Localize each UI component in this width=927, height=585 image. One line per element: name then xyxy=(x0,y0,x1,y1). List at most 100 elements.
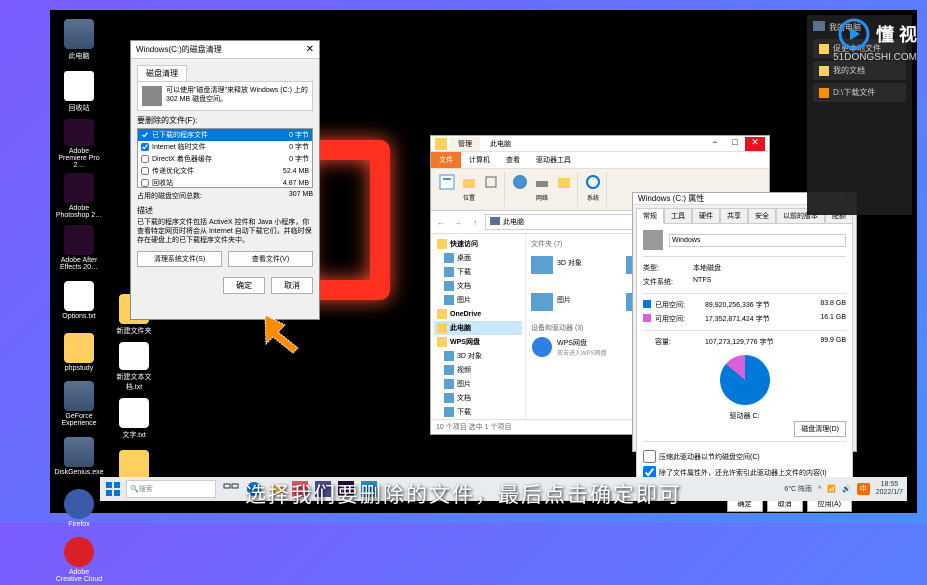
free-color-icon xyxy=(643,314,651,322)
rename-icon[interactable] xyxy=(481,172,501,192)
drive-name-input[interactable] xyxy=(669,234,846,247)
ribbon-tabs: 文件计算机查看驱动器工具 xyxy=(431,152,769,169)
ribbon-group-location: 位置 xyxy=(463,193,475,202)
dialog-titlebar[interactable]: Windows(C:)的磁盘清理 ✕ xyxy=(131,41,319,59)
desktop-icon[interactable]: Options.txt xyxy=(55,275,103,325)
desktop: 此电脑回收站Adobe Premiere Pro 2…Adobe Photosh… xyxy=(50,10,917,513)
desktop-icon[interactable]: GeForce Experience xyxy=(55,379,103,429)
folder-icon xyxy=(435,138,447,150)
disk-usage-pie-chart xyxy=(720,355,770,405)
properties-tab[interactable]: 工具 xyxy=(664,208,692,224)
settings-icon[interactable] xyxy=(583,172,603,192)
title-tab-manage[interactable]: 管理 xyxy=(450,137,480,151)
nav-item[interactable]: 此电脑 xyxy=(434,321,522,335)
desktop-icon[interactable]: Adobe Creative Cloud xyxy=(55,535,103,585)
nav-item[interactable]: 下载 xyxy=(434,405,522,419)
up-button[interactable]: ↑ xyxy=(468,215,482,229)
nav-item[interactable]: OneDrive xyxy=(434,307,522,321)
subtitle-caption: 选择我们要删除的文件，最后点击确定即可 xyxy=(0,479,927,509)
cancel-button[interactable]: 取消 xyxy=(271,277,313,294)
compress-checkbox[interactable]: 压缩此驱动器以节约磁盘空间(C) xyxy=(643,450,846,463)
nav-item[interactable]: 文档 xyxy=(434,279,522,293)
media-icon[interactable] xyxy=(510,172,530,192)
ribbon-tab[interactable]: 计算机 xyxy=(461,152,498,168)
nav-item[interactable]: 图片 xyxy=(434,293,522,307)
tutorial-arrow-cursor xyxy=(260,310,310,355)
nav-item[interactable]: 3D 对象 xyxy=(434,349,522,363)
add-location-icon[interactable] xyxy=(554,172,574,192)
desktop-icons-col2: 新建文件夹新建文本文档.txt文字.txt工作 xyxy=(110,290,158,496)
nav-item[interactable]: 视频 xyxy=(434,363,522,377)
desktop-icon[interactable]: Adobe Premiere Pro 2… xyxy=(55,119,103,169)
ribbon-tab[interactable]: 文件 xyxy=(431,152,461,168)
cleanup-item[interactable]: Internet 临时文件0 字节 xyxy=(138,141,312,153)
item-checkbox[interactable] xyxy=(141,179,149,187)
properties-tab[interactable]: 常规 xyxy=(636,208,664,224)
ribbon-tab[interactable]: 查看 xyxy=(498,152,528,168)
drive-icon xyxy=(643,230,663,250)
item-checkbox[interactable] xyxy=(141,167,149,175)
drive-label: 驱动器 C: xyxy=(643,411,846,421)
desktop-icon[interactable]: 此电脑 xyxy=(55,15,103,65)
desktop-icon[interactable]: Adobe After Effects 20… xyxy=(55,223,103,273)
properties-icon[interactable] xyxy=(437,172,457,192)
used-color-icon xyxy=(643,300,651,308)
cleanup-item[interactable]: 回收站4.87 MB xyxy=(138,177,312,188)
desktop-icon[interactable]: 文字.txt xyxy=(110,394,158,444)
desktop-icon[interactable]: 新建文本文档.txt xyxy=(110,342,158,392)
disk-icon xyxy=(142,86,162,106)
folder-item[interactable]: 图片 xyxy=(531,289,611,311)
properties-title: Windows (C:) 属性 xyxy=(638,193,704,204)
disk-cleanup-button[interactable]: 磁盘清理(D) xyxy=(794,421,846,437)
open-icon[interactable] xyxy=(459,172,479,192)
drive-item[interactable]: WPS网盘双击进入WPS网盘 xyxy=(531,336,611,358)
folder-item[interactable]: 3D 对象 xyxy=(531,252,611,274)
total-value: 307 MB xyxy=(289,191,313,201)
right-panel-item[interactable]: D:\下载文件 xyxy=(813,83,906,102)
desktop-icon[interactable]: phpstudy xyxy=(55,327,103,377)
watermark-logo: 懂 视 xyxy=(838,18,917,50)
tab-disk-cleanup[interactable]: 磁盘清理 xyxy=(137,65,187,81)
nav-item[interactable]: 下载 xyxy=(434,265,522,279)
item-checkbox[interactable] xyxy=(141,131,149,139)
cleanup-file-list: 已下载的程序文件0 字节Internet 临时文件0 字节DirectX 着色器… xyxy=(137,128,313,188)
nav-item[interactable]: 快速访问 xyxy=(434,237,522,251)
map-drive-icon[interactable] xyxy=(532,172,552,192)
properties-tab[interactable]: 安全 xyxy=(748,208,776,224)
dialog-title: Windows(C:)的磁盘清理 xyxy=(136,44,222,55)
ribbon-tab[interactable]: 驱动器工具 xyxy=(528,152,579,168)
cleanup-item[interactable]: 传递优化文件52.4 MB xyxy=(138,165,312,177)
view-files-button[interactable]: 查看文件(V) xyxy=(228,251,313,267)
item-checkbox[interactable] xyxy=(141,143,149,151)
nav-item[interactable]: 图片 xyxy=(434,377,522,391)
close-icon[interactable]: ✕ xyxy=(306,44,314,55)
ribbon-group-system: 系统 xyxy=(587,193,599,202)
right-panel-item[interactable]: 我的文档 xyxy=(813,61,906,80)
forward-button[interactable]: → xyxy=(451,215,465,229)
total-label: 占用的磁盘空间总数: xyxy=(137,191,202,201)
ok-button[interactable]: 确定 xyxy=(223,277,265,294)
watermark-url: 51DONGSHI.COM xyxy=(833,52,917,63)
nav-item[interactable]: WPS网盘 xyxy=(434,335,522,349)
cleanup-item[interactable]: DirectX 着色器缓存0 字节 xyxy=(138,153,312,165)
desktop-icon[interactable]: 回收站 xyxy=(55,67,103,117)
description-label: 描述 xyxy=(137,205,313,216)
close-button[interactable]: ✕ xyxy=(745,137,765,151)
disk-cleanup-dialog: Windows(C:)的磁盘清理 ✕ 磁盘清理 可以使用"磁盘清理"来释放 Wi… xyxy=(130,40,320,320)
item-checkbox[interactable] xyxy=(141,155,149,163)
maximize-button[interactable]: □ xyxy=(725,137,745,151)
clean-system-files-button[interactable]: 清理系统文件(S) xyxy=(137,251,222,267)
explorer-titlebar[interactable]: 管理 此电脑 − □ ✕ xyxy=(431,136,769,152)
files-to-delete-label: 要删除的文件(F): xyxy=(137,115,313,126)
nav-item[interactable]: 文档 xyxy=(434,391,522,405)
nav-item[interactable]: 桌面 xyxy=(434,251,522,265)
title-tab-thispc: 此电脑 xyxy=(482,137,519,151)
properties-tab[interactable]: 硬件 xyxy=(692,208,720,224)
minimize-button[interactable]: − xyxy=(705,137,725,151)
desktop-icon[interactable]: DiskGenius.exe xyxy=(55,431,103,481)
back-button[interactable]: ← xyxy=(434,215,448,229)
desktop-icon[interactable]: Adobe Photoshop 2… xyxy=(55,171,103,221)
nav-pane: 快速访问桌面下载文档图片OneDrive此电脑WPS网盘3D 对象视频图片文档下… xyxy=(431,234,526,419)
properties-tab[interactable]: 共享 xyxy=(720,208,748,224)
cleanup-item[interactable]: 已下载的程序文件0 字节 xyxy=(138,129,312,141)
